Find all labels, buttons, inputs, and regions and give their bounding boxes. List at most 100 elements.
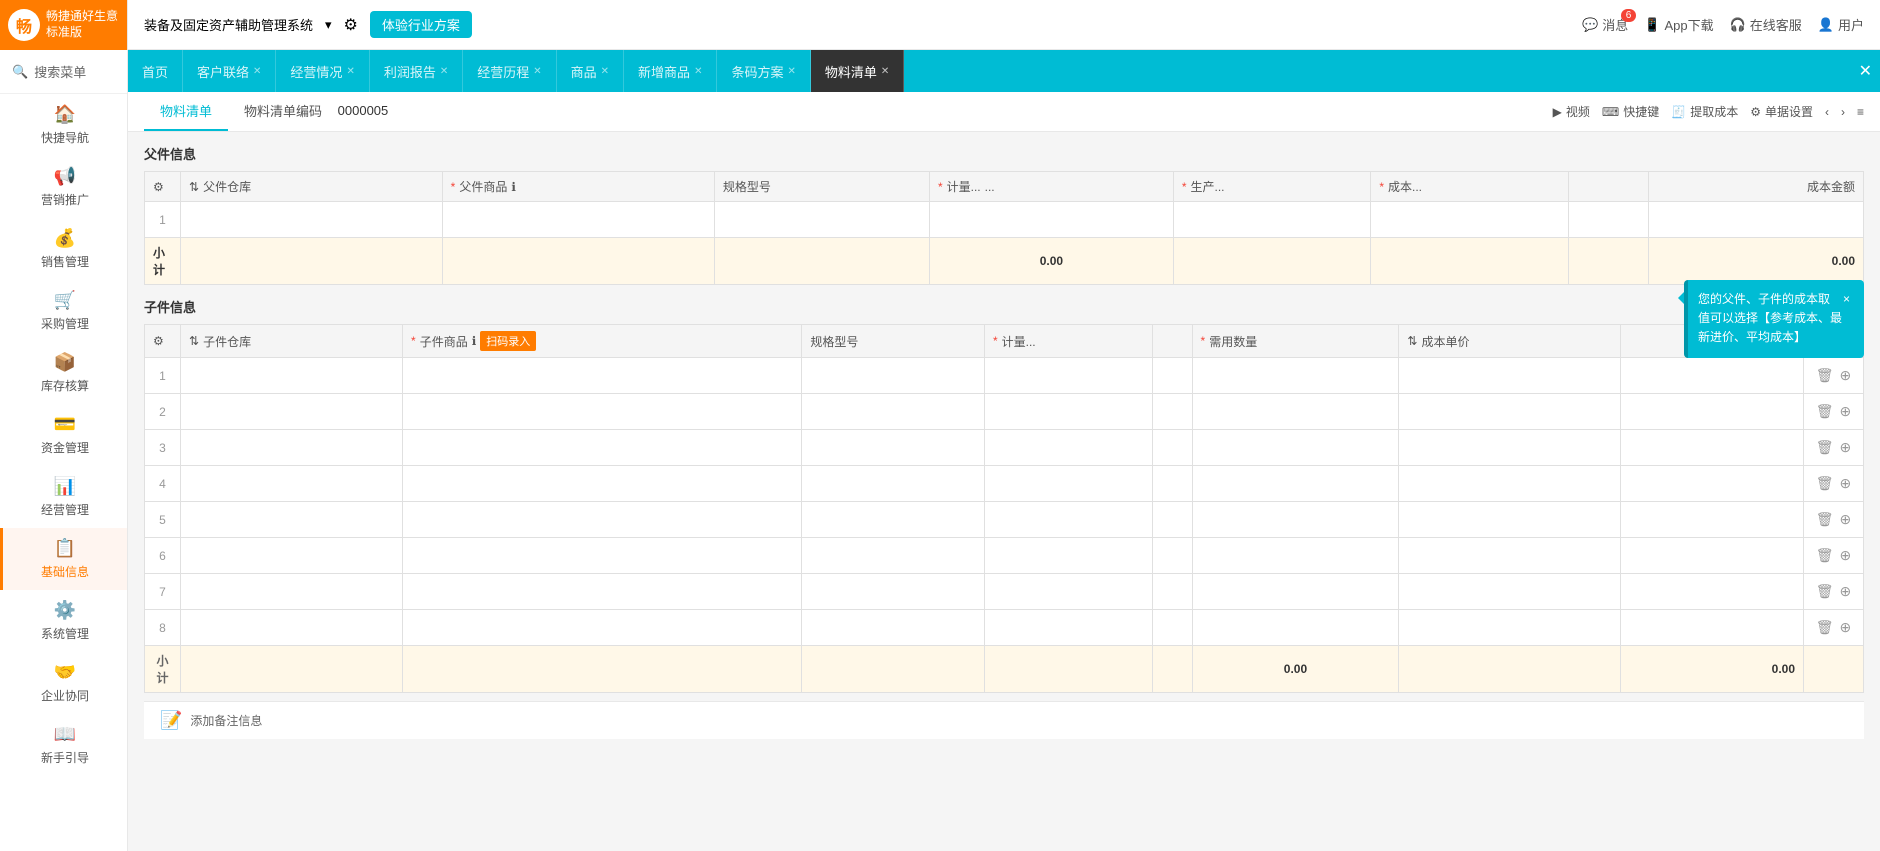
tooltip-close-button[interactable]: × xyxy=(1843,290,1850,309)
child-cell-unit-price-8[interactable] xyxy=(1399,610,1621,646)
tab-close-profit[interactable]: ✕ xyxy=(440,66,448,77)
child-cell-unit-8[interactable] xyxy=(984,610,1152,646)
sidebar-item-finance[interactable]: 💳 资金管理 xyxy=(0,404,127,466)
child-copy-icon-1[interactable]: ⊕ xyxy=(1840,367,1852,384)
tab-product[interactable]: 商品 ✕ xyxy=(557,50,624,92)
user-button[interactable]: 👤 用户 xyxy=(1818,15,1864,34)
tab-close-bom[interactable]: ✕ xyxy=(881,66,889,77)
tab-close-new-product[interactable]: ✕ xyxy=(694,66,702,77)
online-service-button[interactable]: 🎧 在线客服 xyxy=(1730,15,1802,34)
child-delete-icon-8[interactable]: 🗑 xyxy=(1816,619,1834,636)
child-cell-qty-6[interactable] xyxy=(1192,538,1399,574)
child-cell-product-3[interactable] xyxy=(403,430,802,466)
tab-close-barcode[interactable]: ✕ xyxy=(787,66,795,77)
child-cell-warehouse-3[interactable] xyxy=(181,430,403,466)
sidebar-item-collab[interactable]: 🤝 企业协同 xyxy=(0,652,127,714)
sidebar-item-system[interactable]: ⚙️ 系统管理 xyxy=(0,590,127,652)
sidebar-item-quick-nav[interactable]: 🏠 快捷导航 xyxy=(0,94,127,156)
child-delete-icon-7[interactable]: 🗑 xyxy=(1816,583,1834,600)
child-cell-unit-price-3[interactable] xyxy=(1399,430,1621,466)
system-dropdown-icon[interactable]: ▾ xyxy=(325,17,332,33)
child-cell-unit-price-1[interactable] xyxy=(1399,358,1621,394)
child-cell-warehouse-8[interactable] xyxy=(181,610,403,646)
child-cell-unit-price-5[interactable] xyxy=(1399,502,1621,538)
child-copy-icon-4[interactable]: ⊕ xyxy=(1840,475,1852,492)
child-cell-spec-6[interactable] xyxy=(802,538,985,574)
child-cell-qty-2[interactable] xyxy=(1192,394,1399,430)
child-cell-unit-4[interactable] xyxy=(984,466,1152,502)
child-cell-product-7[interactable] xyxy=(403,574,802,610)
sub-tab-bom-code[interactable]: 物料清单编码 0000005 xyxy=(228,92,404,131)
sidebar-item-basic[interactable]: 📋 基础信息 xyxy=(0,528,127,590)
tab-close-product[interactable]: ✕ xyxy=(601,66,609,77)
nav-next-button[interactable]: › xyxy=(1841,105,1845,119)
tab-operation-status[interactable]: 经营情况 ✕ xyxy=(276,50,369,92)
child-cell-spec-2[interactable] xyxy=(802,394,985,430)
sidebar-item-operation[interactable]: 📊 经营管理 xyxy=(0,466,127,528)
child-cell-qty-7[interactable] xyxy=(1192,574,1399,610)
view-video-button[interactable]: ▶ 视频 xyxy=(1553,103,1590,120)
parent-cell-cost-1[interactable] xyxy=(1371,202,1569,238)
child-cell-spec-8[interactable] xyxy=(802,610,985,646)
parent-cell-warehouse-1[interactable] xyxy=(181,202,443,238)
tab-close-history[interactable]: ✕ xyxy=(533,66,541,77)
single-setting-button[interactable]: ⚙ 单据设置 xyxy=(1750,103,1813,120)
tab-new-product[interactable]: 新增商品 ✕ xyxy=(624,50,717,92)
sub-tab-bom-list[interactable]: 物料清单 xyxy=(144,92,228,131)
child-cell-qty-5[interactable] xyxy=(1192,502,1399,538)
sidebar-item-inventory[interactable]: 📦 库存核算 xyxy=(0,342,127,404)
message-button[interactable]: 💬 消息 6 xyxy=(1582,15,1628,34)
child-cell-warehouse-1[interactable] xyxy=(181,358,403,394)
child-copy-icon-3[interactable]: ⊕ xyxy=(1840,439,1852,456)
sidebar-item-guide[interactable]: 📖 新手引导 xyxy=(0,714,127,776)
child-cell-product-1[interactable] xyxy=(403,358,802,394)
child-cell-warehouse-7[interactable] xyxy=(181,574,403,610)
child-copy-icon-8[interactable]: ⊕ xyxy=(1840,619,1852,636)
child-cell-spec-3[interactable] xyxy=(802,430,985,466)
app-download-button[interactable]: 📱 App下载 xyxy=(1644,15,1713,34)
child-cell-unit-price-2[interactable] xyxy=(1399,394,1621,430)
tab-customer[interactable]: 客户联络 ✕ xyxy=(183,50,276,92)
child-cell-unit-price-4[interactable] xyxy=(1399,466,1621,502)
child-cell-qty-8[interactable] xyxy=(1192,610,1399,646)
sidebar-item-sales[interactable]: 💰 销售管理 xyxy=(0,218,127,280)
child-cell-qty-1[interactable] xyxy=(1192,358,1399,394)
child-cell-unit-price-7[interactable] xyxy=(1399,574,1621,610)
child-cell-warehouse-4[interactable] xyxy=(181,466,403,502)
child-cell-qty-4[interactable] xyxy=(1192,466,1399,502)
child-cell-product-4[interactable] xyxy=(403,466,802,502)
tab-history[interactable]: 经营历程 ✕ xyxy=(463,50,556,92)
parent-cell-spec-1[interactable] xyxy=(714,202,929,238)
child-cell-unit-7[interactable] xyxy=(984,574,1152,610)
child-delete-icon-4[interactable]: 🗑 xyxy=(1816,475,1834,492)
child-cell-product-2[interactable] xyxy=(403,394,802,430)
extract-cost-button[interactable]: 🧾 提取成本 xyxy=(1671,103,1738,120)
scan-input-button[interactable]: 扫码录入 xyxy=(480,331,536,351)
nav-prev-button[interactable]: ‹ xyxy=(1825,105,1829,119)
child-col-settings[interactable]: ⚙ xyxy=(145,325,181,358)
child-copy-icon-2[interactable]: ⊕ xyxy=(1840,403,1852,420)
search-menu-button[interactable]: 🔍 搜索菜单 xyxy=(8,58,119,85)
child-cell-spec-4[interactable] xyxy=(802,466,985,502)
child-delete-icon-3[interactable]: 🗑 xyxy=(1816,439,1834,456)
child-delete-icon-2[interactable]: 🗑 xyxy=(1816,403,1834,420)
child-cell-qty-3[interactable] xyxy=(1192,430,1399,466)
child-cell-warehouse-5[interactable] xyxy=(181,502,403,538)
parent-col-settings[interactable]: ⚙ xyxy=(145,172,181,202)
parent-cell-production-1[interactable] xyxy=(1173,202,1371,238)
shortcut-button[interactable]: ⌨ 快捷键 xyxy=(1602,103,1659,120)
child-cell-unit-2[interactable] xyxy=(984,394,1152,430)
child-cell-unit-3[interactable] xyxy=(984,430,1152,466)
tab-close-operation-status[interactable]: ✕ xyxy=(346,66,354,77)
child-delete-icon-5[interactable]: 🗑 xyxy=(1816,511,1834,528)
child-cell-unit-6[interactable] xyxy=(984,538,1152,574)
child-cell-product-6[interactable] xyxy=(403,538,802,574)
parent-cell-unit-1[interactable] xyxy=(929,202,1173,238)
child-cell-product-5[interactable] xyxy=(403,502,802,538)
sidebar-item-purchase[interactable]: 🛒 采购管理 xyxy=(0,280,127,342)
child-cell-unit-1[interactable] xyxy=(984,358,1152,394)
child-cell-spec-7[interactable] xyxy=(802,574,985,610)
child-cell-spec-1[interactable] xyxy=(802,358,985,394)
child-cell-product-8[interactable] xyxy=(403,610,802,646)
tab-close-all-icon[interactable]: ✕ xyxy=(1859,63,1872,80)
